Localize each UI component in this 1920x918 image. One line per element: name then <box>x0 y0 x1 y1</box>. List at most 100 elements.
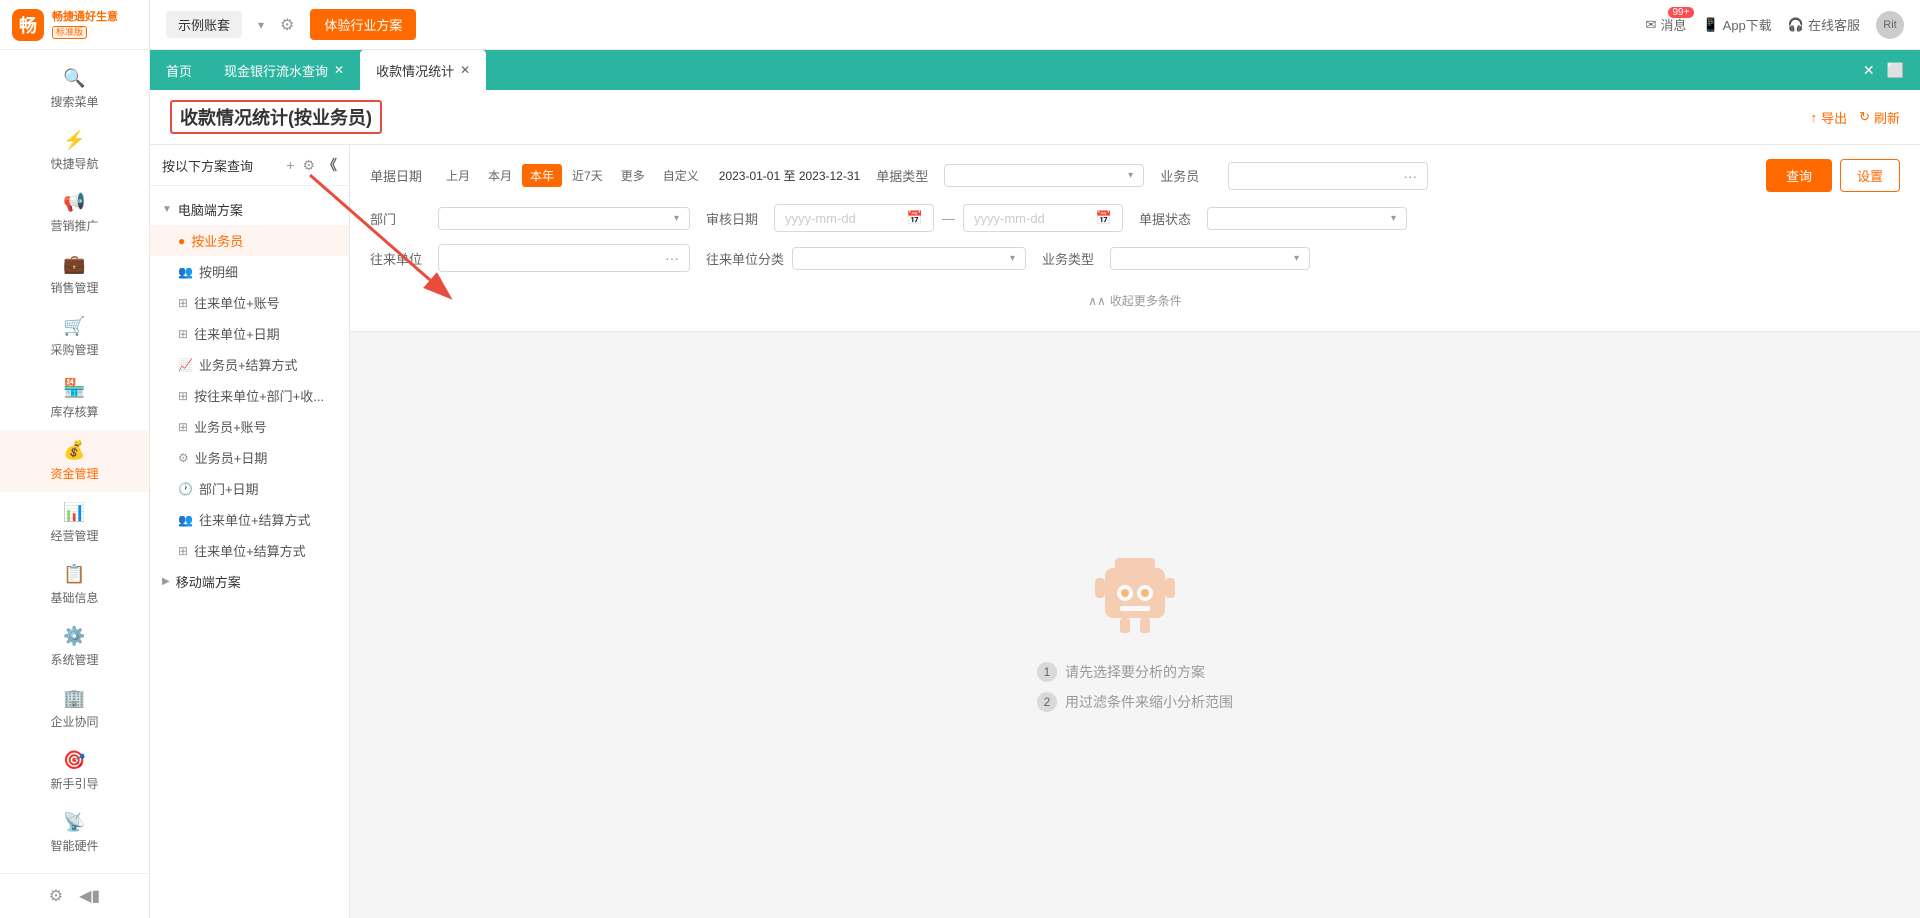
tree-item-salesperson-date[interactable]: ⚙ 业务员+日期 <box>150 442 349 473</box>
notification-bell[interactable]: ✉ 消息 99+ <box>1646 15 1687 34</box>
salesperson-settle-icon: 📈 <box>178 358 193 372</box>
app-download-btn[interactable]: 📱 App下载 <box>1702 15 1771 34</box>
collapse-icon: ∧∧ <box>1088 294 1106 308</box>
dept-filter-item: 部门 ▾ <box>370 207 690 230</box>
online-service-btn[interactable]: 🎧 在线客服 <box>1788 15 1860 34</box>
user-avatar[interactable]: Rit <box>1876 11 1904 39</box>
calendar-to-icon[interactable]: 📅 <box>1096 210 1112 226</box>
sidebar-item-enterprise[interactable]: 🏢 企业协同 <box>0 678 149 740</box>
hint-num-2: 2 <box>1037 692 1057 712</box>
sidebar: 畅 畅捷通好生意 标准版 🔍 搜索菜单 ⚡ 快捷导航 📢 营销推广 💼 销售管理… <box>0 0 150 918</box>
search-menu-icon: 🔍 <box>63 68 85 89</box>
review-date-filter: 审核日期 yyyy-mm-dd 📅 — yyyy-mm-dd 📅 <box>706 204 1123 232</box>
sidebar-item-hardware[interactable]: 📡 智能硬件 <box>0 802 149 864</box>
tree-item-unit-date[interactable]: ⊞ 往来单位+日期 <box>150 318 349 349</box>
online-service-icon: 🎧 <box>1788 17 1804 33</box>
mobile-scheme-header[interactable]: ▶ 移动端方案 <box>150 566 349 597</box>
dept-select[interactable]: ▾ <box>438 207 690 230</box>
empty-robot-icon <box>1085 538 1185 638</box>
collapse-filter-button[interactable]: ∧∧ 收起更多条件 <box>1088 292 1182 309</box>
workspace-dropdown-arrow[interactable]: ▾ <box>258 18 264 32</box>
date-tab-last-month[interactable]: 上月 <box>438 164 478 187</box>
review-date-to-input[interactable]: yyyy-mm-dd 📅 <box>963 204 1123 232</box>
scheme-settings-icon[interactable]: ⚙ <box>302 157 315 174</box>
tree-item-unit-account[interactable]: ⊞ 往来单位+账号 <box>150 287 349 318</box>
voucher-type-select[interactable]: ▾ <box>944 164 1144 187</box>
app-download-icon: 📱 <box>1702 17 1718 33</box>
tree-item-unit-settle1[interactable]: 👥 往来单位+结算方式 <box>150 504 349 535</box>
sidebar-item-sales[interactable]: 💼 销售管理 <box>0 244 149 306</box>
workspace-label[interactable]: 示例账套 <box>166 11 242 38</box>
tab-maximize-icon[interactable]: ⬜ <box>1887 62 1904 79</box>
sidebar-settings-icon[interactable]: ⚙ <box>49 886 63 906</box>
sidebar-item-quick-nav[interactable]: ⚡ 快捷导航 <box>0 120 149 182</box>
tree-item-dept-date[interactable]: 🕐 部门+日期 <box>150 473 349 504</box>
salesperson-more-icon[interactable]: ··· <box>1403 168 1417 184</box>
salesperson-account-icon: ⊞ <box>178 420 188 434</box>
sidebar-item-system[interactable]: ⚙️ 系统管理 <box>0 616 149 678</box>
refresh-button[interactable]: ↻ 刷新 <box>1859 108 1900 127</box>
query-button[interactable]: 查询 <box>1766 159 1832 192</box>
scheme-tree: ▼ 电脑端方案 ● 按业务员 👥 按明细 ⊞ <box>150 186 349 918</box>
date-tab-this-month[interactable]: 本月 <box>480 164 520 187</box>
tree-item-by-detail[interactable]: 👥 按明细 <box>150 256 349 287</box>
business-type-filter: 业务类型 ▾ <box>1042 247 1310 270</box>
salesperson-label: 业务员 <box>1160 166 1220 185</box>
data-empty-area: 1 请先选择要分析的方案 2 用过滤条件来缩小分析范围 <box>350 332 1920 918</box>
calendar-from-icon[interactable]: 📅 <box>907 210 923 226</box>
party-category-select[interactable]: ▾ <box>792 247 1026 270</box>
right-panel: 单据日期 上月 本月 本年 近7天 更多 自定义 2023-01-01 至 20… <box>350 145 1920 918</box>
tree-item-by-salesperson[interactable]: ● 按业务员 <box>150 225 349 256</box>
date-range-display: 2023-01-01 至 2023-12-31 <box>719 167 860 184</box>
tab-bank-flow[interactable]: 现金银行流水查询 ✕ <box>208 50 360 90</box>
date-dash: — <box>942 211 955 226</box>
tree-item-label: 往来单位+日期 <box>194 324 280 343</box>
sidebar-item-inventory[interactable]: 🏪 库存核算 <box>0 368 149 430</box>
sidebar-item-operations[interactable]: 📊 经营管理 <box>0 492 149 554</box>
sidebar-item-marketing[interactable]: 📢 营销推广 <box>0 182 149 244</box>
topbar-settings-icon[interactable]: ⚙ <box>280 15 294 35</box>
trial-industry-button[interactable]: 体验行业方案 <box>310 9 416 40</box>
tree-item-salesperson-account[interactable]: ⊞ 业务员+账号 <box>150 411 349 442</box>
panel-collapse-icon[interactable]: 《 <box>323 155 337 175</box>
review-date-from-input[interactable]: yyyy-mm-dd 📅 <box>774 204 934 232</box>
tab-collection-stats-close[interactable]: ✕ <box>460 63 470 77</box>
filter-area: 单据日期 上月 本月 本年 近7天 更多 自定义 2023-01-01 至 20… <box>350 145 1920 332</box>
tab-bank-flow-close[interactable]: ✕ <box>334 63 344 77</box>
export-button[interactable]: ↑ 导出 <box>1811 108 1848 127</box>
business-type-select[interactable]: ▾ <box>1110 247 1310 270</box>
date-tab-more[interactable]: 更多 <box>613 164 653 187</box>
sidebar-item-purchase[interactable]: 🛒 采购管理 <box>0 306 149 368</box>
party-more-icon[interactable]: ··· <box>665 250 679 266</box>
tab-home[interactable]: 首页 <box>150 50 208 90</box>
dept-arrow: ▾ <box>674 213 679 224</box>
export-icon: ↑ <box>1811 110 1818 125</box>
sidebar-collapse-icon[interactable]: ◀▮ <box>79 886 100 906</box>
salesperson-select[interactable]: ··· <box>1228 162 1428 190</box>
review-date-to-value: yyyy-mm-dd <box>974 211 1090 226</box>
party-select[interactable]: ··· <box>438 244 690 272</box>
tree-item-unit-dept-collect[interactable]: ⊞ 按往来单位+部门+收... <box>150 380 349 411</box>
desktop-scheme-header[interactable]: ▼ 电脑端方案 <box>150 194 349 225</box>
mobile-scheme-group: ▶ 移动端方案 <box>150 566 349 597</box>
collapse-row: ∧∧ 收起更多条件 <box>370 284 1900 317</box>
tree-item-salesperson-settle[interactable]: 📈 业务员+结算方式 <box>150 349 349 380</box>
date-tab-custom[interactable]: 自定义 <box>655 164 707 187</box>
sidebar-item-basic-info[interactable]: 📋 基础信息 <box>0 554 149 616</box>
filter-settings-button[interactable]: 设置 <box>1840 159 1900 192</box>
voucher-status-select[interactable]: ▾ <box>1207 207 1407 230</box>
sidebar-item-search-menu[interactable]: 🔍 搜索菜单 <box>0 58 149 120</box>
voucher-type-label: 单据类型 <box>876 166 936 185</box>
date-tab-this-year[interactable]: 本年 <box>522 164 562 187</box>
page-title: 收款情况统计(按业务员) <box>170 100 382 134</box>
page: 收款情况统计(按业务员) ↑ 导出 ↻ 刷新 按以下方案查询 + <box>150 90 1920 918</box>
hardware-icon: 📡 <box>63 812 85 833</box>
sidebar-item-finance[interactable]: 💰 资金管理 <box>0 430 149 492</box>
tab-close-all-icon[interactable]: ✕ <box>1863 62 1875 79</box>
date-tab-7days[interactable]: 近7天 <box>564 164 611 187</box>
add-scheme-icon[interactable]: + <box>286 157 294 173</box>
sidebar-item-wechat[interactable]: 💬 企业微信 <box>0 864 149 873</box>
sidebar-item-guide[interactable]: 🎯 新手引导 <box>0 740 149 802</box>
tab-collection-stats[interactable]: 收款情况统计 ✕ <box>360 50 486 90</box>
tree-item-unit-settle2[interactable]: ⊞ 往来单位+结算方式 <box>150 535 349 566</box>
